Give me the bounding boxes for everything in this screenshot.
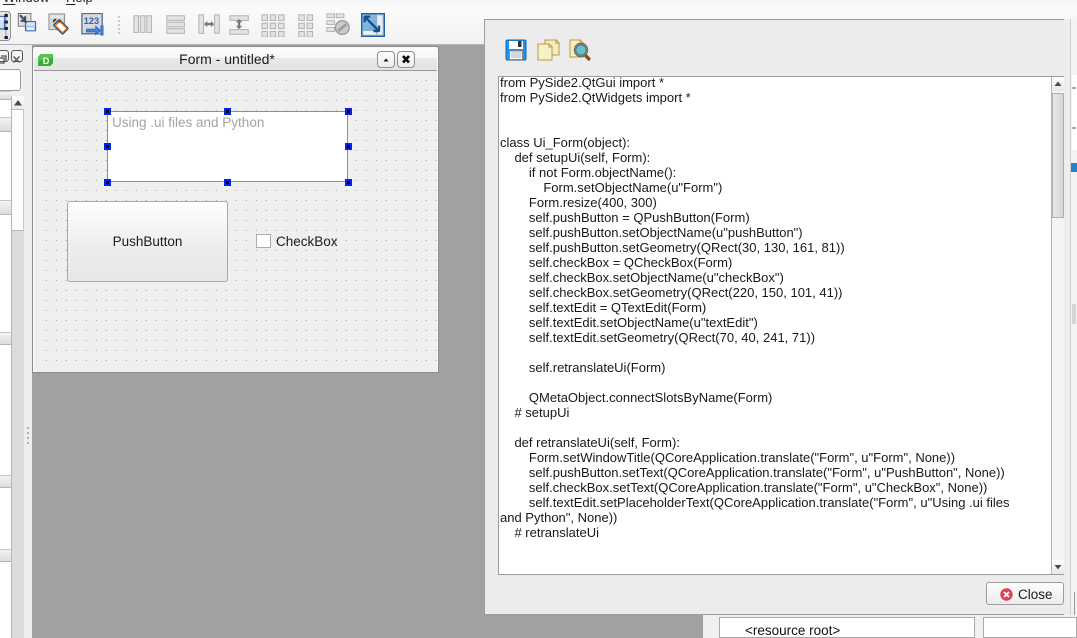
svg-text:123: 123 <box>84 16 99 26</box>
